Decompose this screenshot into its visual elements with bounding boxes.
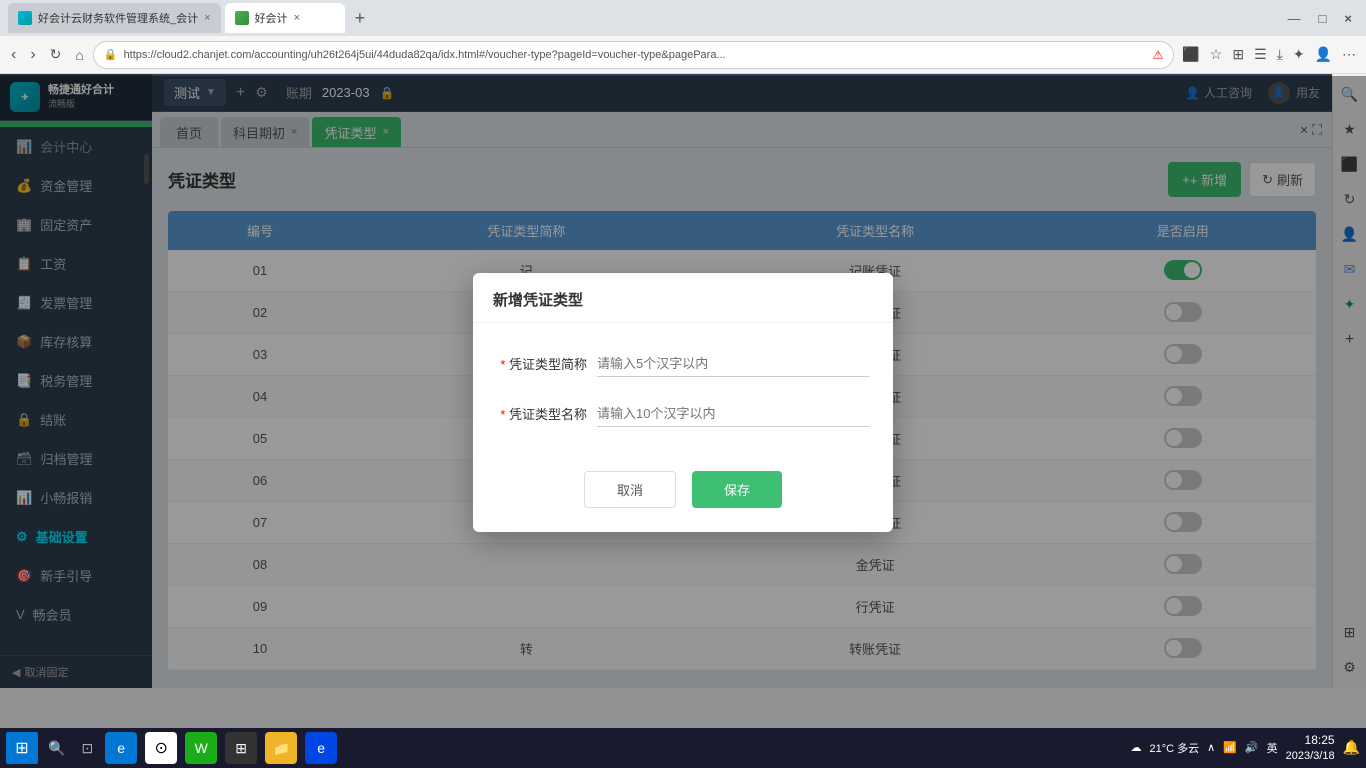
- taskbar-app-edge[interactable]: e: [105, 732, 137, 764]
- nav-forward[interactable]: ›: [25, 43, 40, 67]
- browser-tab-2[interactable]: 好会计 ×: [225, 3, 345, 33]
- modal-body: * 凭证类型简称 * 凭证类型名称: [473, 323, 893, 459]
- browser-close[interactable]: ×: [1338, 9, 1358, 28]
- browser-maximize[interactable]: □: [1313, 9, 1333, 28]
- modal-dialog: 新增凭证类型 * 凭证类型简称 * 凭证类型名称 取消 保存: [473, 273, 893, 532]
- browser-action-reader[interactable]: ☰: [1250, 43, 1271, 66]
- nav-back[interactable]: ‹: [6, 43, 21, 67]
- taskbar-app-store[interactable]: ⊞: [225, 732, 257, 764]
- browser-action-menu[interactable]: ⋯: [1338, 43, 1360, 66]
- name-label: * 凭证类型名称: [497, 404, 587, 423]
- taskbar-app-wechat[interactable]: W: [185, 732, 217, 764]
- short-input[interactable]: [597, 351, 869, 377]
- browser-action-save[interactable]: ⤓: [1273, 43, 1287, 66]
- taskbar-task-view[interactable]: ⊡: [75, 736, 99, 761]
- tab2-close[interactable]: ×: [294, 12, 300, 24]
- tab2-title: 好会计: [255, 10, 288, 26]
- date: 2023/3/18: [1286, 749, 1335, 763]
- tab1-favicon: [18, 11, 32, 25]
- modal-footer: 取消 保存: [473, 459, 893, 532]
- cancel-button[interactable]: 取消: [584, 471, 676, 508]
- taskbar-search[interactable]: 🔍: [42, 736, 71, 761]
- browser-action-star[interactable]: ☆: [1206, 43, 1227, 66]
- weather-icon: ☁: [1131, 741, 1142, 754]
- taskbar-right: ☁ 21°C 多云 ∧ 📶 🔊 英 18:25 2023/3/18 🔔: [1131, 733, 1360, 763]
- short-label: * 凭证类型简称: [497, 354, 587, 373]
- browser-action-profile[interactable]: 👤: [1311, 43, 1336, 66]
- notification-btn[interactable]: 🔔: [1343, 739, 1360, 756]
- nav-home[interactable]: ⌂: [70, 44, 88, 66]
- nav-refresh[interactable]: ↻: [45, 43, 67, 66]
- modal-header: 新增凭证类型: [473, 273, 893, 323]
- weather-temp: 21°C 多云: [1150, 740, 1200, 756]
- start-button[interactable]: ⊞: [6, 732, 38, 764]
- address-lock-icon: 🔒: [104, 48, 118, 61]
- form-row-name: * 凭证类型名称: [497, 401, 869, 427]
- taskbar-app-folder[interactable]: 📁: [265, 732, 297, 764]
- save-button[interactable]: 保存: [692, 471, 782, 508]
- browser-minimize[interactable]: —: [1282, 9, 1307, 28]
- browser-action-ext[interactable]: ⬛: [1178, 43, 1203, 66]
- taskbar-app-edge2[interactable]: e: [305, 732, 337, 764]
- browser-tab-1[interactable]: 好会计云财务软件管理系统_会计 ×: [8, 3, 221, 33]
- taskbar-chevron-up[interactable]: ∧: [1207, 741, 1215, 754]
- taskbar: ⊞ 🔍 ⊡ e ⊙ W ⊞ 📁 e ☁ 21°C 多云 ∧ 📶 🔊 英 18:2…: [0, 728, 1366, 768]
- taskbar-app-chrome[interactable]: ⊙: [145, 732, 177, 764]
- lang-indicator: 英: [1267, 740, 1278, 756]
- modal-overlay: 新增凭证类型 * 凭证类型简称 * 凭证类型名称 取消 保存: [0, 76, 1366, 728]
- time: 18:25: [1286, 733, 1335, 749]
- form-row-short: * 凭证类型简称: [497, 351, 869, 377]
- volume-icon: 🔊: [1245, 741, 1259, 754]
- new-tab-button[interactable]: +: [349, 8, 372, 29]
- browser-action-share[interactable]: ✦: [1289, 43, 1309, 66]
- modal-title: 新增凭证类型: [493, 289, 583, 310]
- tab1-title: 好会计云财务软件管理系统_会计: [38, 10, 198, 26]
- browser-action-tab[interactable]: ⊞: [1228, 43, 1248, 66]
- address-alert-icon: ⚠: [1153, 48, 1164, 62]
- name-input[interactable]: [597, 401, 869, 427]
- address-bar[interactable]: 🔒 https://cloud2.chanjet.com/accounting/…: [93, 41, 1174, 69]
- tab2-favicon: [235, 11, 249, 25]
- clock[interactable]: 18:25 2023/3/18: [1286, 733, 1335, 763]
- network-icon: 📶: [1223, 741, 1237, 754]
- tab1-close[interactable]: ×: [204, 12, 210, 24]
- address-url: https://cloud2.chanjet.com/accounting/uh…: [124, 49, 1147, 61]
